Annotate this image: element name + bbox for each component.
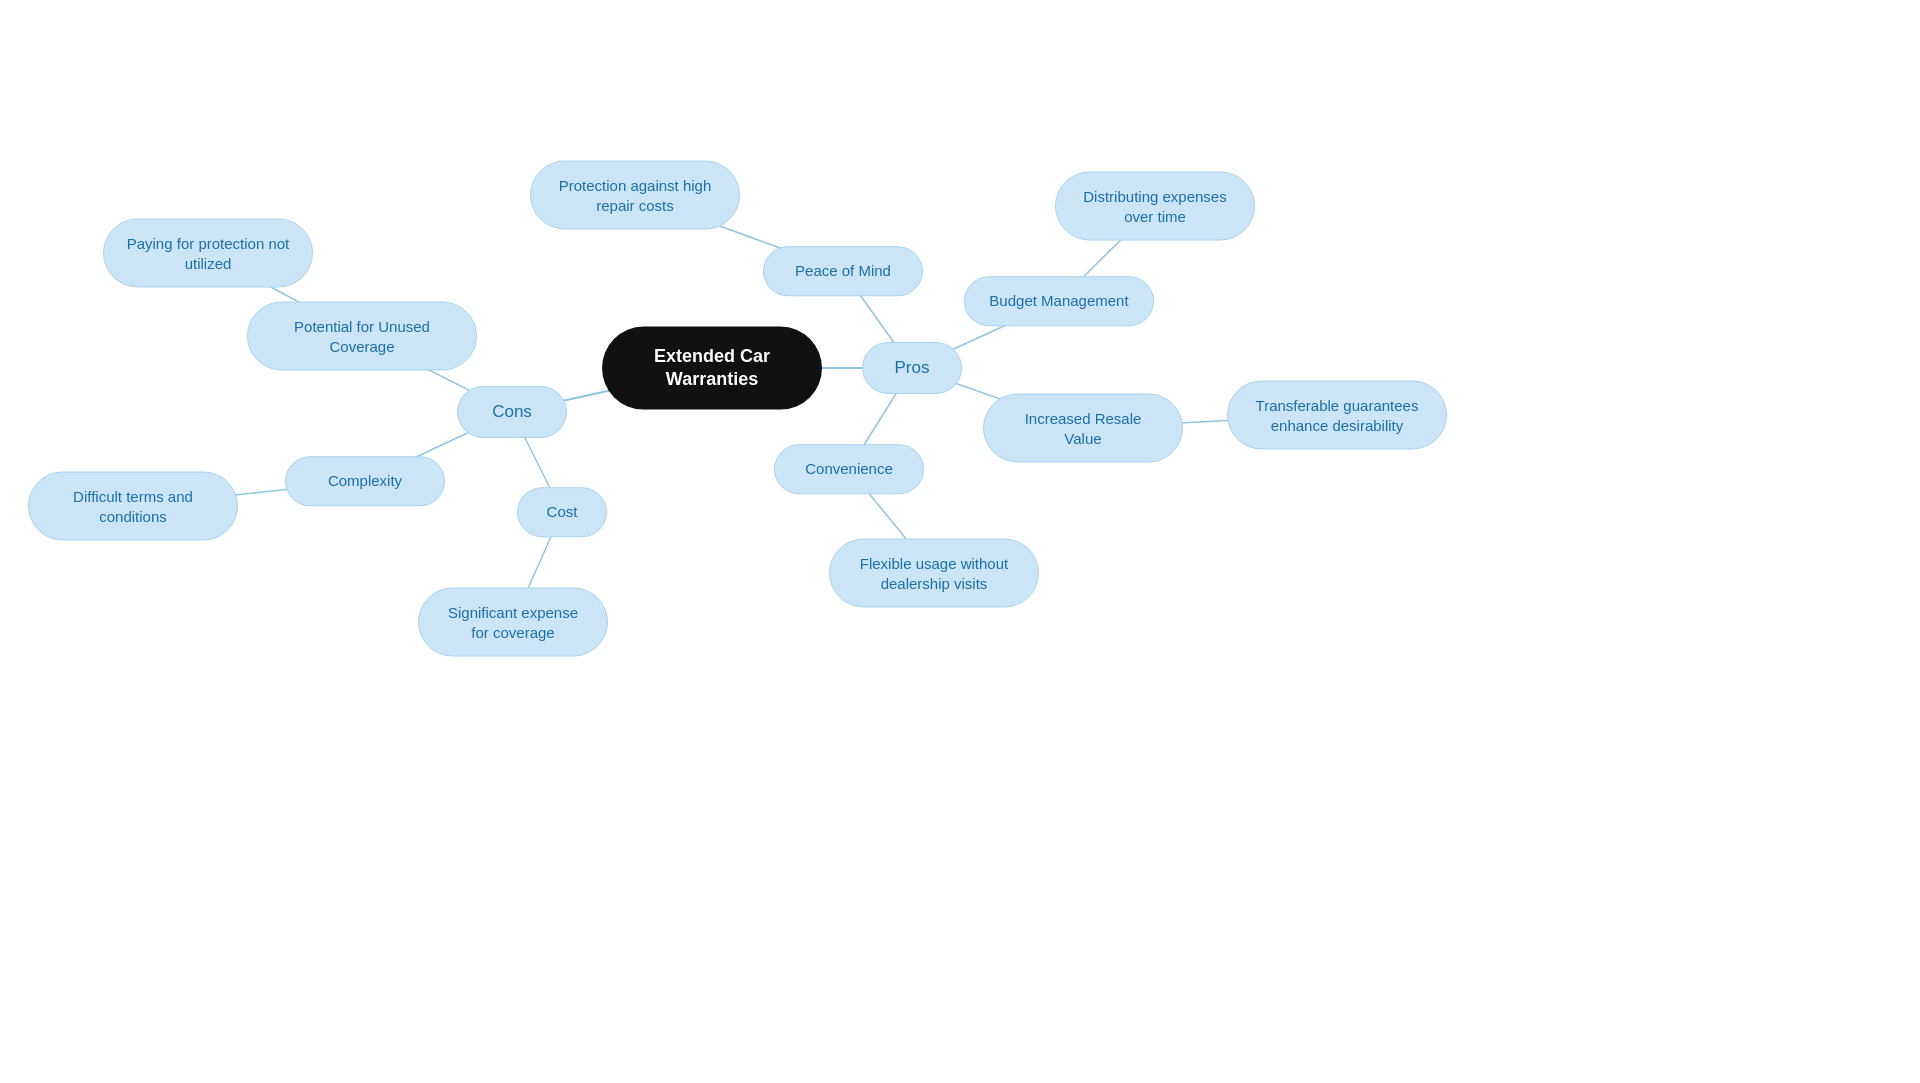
paying-protection-node: Paying for protection not utilized: [103, 219, 313, 288]
complexity-node: Complexity: [285, 456, 445, 506]
difficult-terms-node: Difficult terms and conditions: [28, 472, 238, 541]
potential-unused-node: Potential for Unused Coverage: [247, 302, 477, 371]
increased-resale-node: Increased Resale Value: [983, 394, 1183, 463]
flexible-usage-node: Flexible usage without dealership visits: [829, 539, 1039, 608]
peace-of-mind-node: Peace of Mind: [763, 246, 923, 296]
protection-repair-node: Protection against high repair costs: [530, 161, 740, 230]
cons-node: Cons: [457, 386, 567, 438]
center-node: Extended Car Warranties: [602, 327, 822, 410]
cost-node: Cost: [517, 487, 607, 537]
budget-management-node: Budget Management: [964, 276, 1154, 326]
convenience-node: Convenience: [774, 444, 924, 494]
distributing-expenses-node: Distributing expenses over time: [1055, 172, 1255, 241]
transferable-guarantees-node: Transferable guarantees enhance desirabi…: [1227, 381, 1447, 450]
significant-expense-node: Significant expense for coverage: [418, 588, 608, 657]
pros-node: Pros: [862, 342, 962, 394]
